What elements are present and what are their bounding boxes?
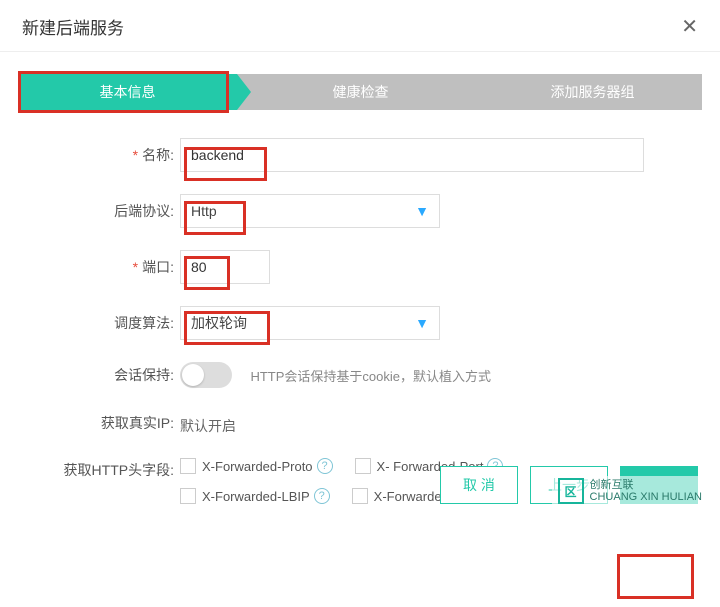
headers-label: 获取HTTP头字段:: [10, 458, 180, 480]
name-input[interactable]: [180, 138, 644, 172]
help-icon[interactable]: ?: [314, 488, 330, 504]
step-health-check[interactable]: 健康检查: [251, 74, 470, 110]
checkbox-box-icon: [180, 458, 196, 474]
highlight-box: [617, 554, 694, 599]
row-realip: 获取真实IP: 默认开启: [10, 410, 680, 436]
step-basic-info[interactable]: 基本信息: [18, 74, 237, 110]
protocol-select[interactable]: Http ▼: [180, 194, 440, 228]
checkbox-box-icon: [180, 488, 196, 504]
close-icon[interactable]: ✕: [681, 14, 698, 39]
row-session: 会话保持: HTTP会话保持基于cookie，默认植入方式: [10, 362, 680, 388]
algorithm-label: 调度算法:: [10, 313, 180, 333]
step-label: 健康检查: [333, 82, 389, 102]
checkbox-x-forwarded-lbip[interactable]: X-Forwarded-LBIP ?: [180, 488, 330, 504]
algorithm-select[interactable]: 加权轮询 ▼: [180, 306, 440, 340]
step-label: 基本信息: [100, 82, 156, 102]
cancel-button[interactable]: 取 消: [440, 466, 518, 504]
step-divider-icon: [469, 74, 483, 110]
name-label: 名称:: [10, 145, 180, 165]
checkbox-box-icon: [352, 488, 368, 504]
row-protocol: 后端协议: Http ▼: [10, 194, 680, 228]
modal: 新建后端服务 ✕ 基本信息 健康检查 添加服务器组 名称: 后端协议: Http…: [0, 0, 720, 518]
checkbox-box-icon: [355, 458, 371, 474]
row-name: 名称:: [10, 138, 680, 172]
watermark: 区 创新互联 CHUANG XIN HULIAN: [552, 476, 708, 506]
checkbox-label: X-Forwarded-Proto: [202, 459, 313, 474]
step-bar: 基本信息 健康检查 添加服务器组: [18, 74, 702, 110]
caret-down-icon: ▼: [415, 203, 429, 219]
session-hint: HTTP会话保持基于cookie，默认植入方式: [250, 369, 491, 384]
modal-title: 新建后端服务: [22, 14, 124, 39]
checkbox-label: X-Forwarded-LBIP: [202, 489, 310, 504]
protocol-label: 后端协议:: [10, 201, 180, 221]
protocol-value: Http: [191, 203, 217, 219]
algorithm-value: 加权轮询: [191, 313, 247, 333]
session-toggle[interactable]: [180, 362, 232, 388]
toggle-knob: [182, 364, 204, 386]
help-icon[interactable]: ?: [317, 458, 333, 474]
caret-down-icon: ▼: [415, 315, 429, 331]
step-label: 添加服务器组: [551, 82, 635, 102]
watermark-brand: 创新互联: [590, 479, 702, 491]
watermark-text: 创新互联 CHUANG XIN HULIAN: [590, 479, 702, 503]
watermark-logo-icon: 区: [558, 478, 584, 504]
realip-label: 获取真实IP:: [10, 413, 180, 433]
checkbox-x-forwarded-proto[interactable]: X-Forwarded-Proto ?: [180, 458, 333, 474]
row-algorithm: 调度算法: 加权轮询 ▼: [10, 306, 680, 340]
realip-value: 默认开启: [180, 410, 680, 436]
watermark-sub: CHUANG XIN HULIAN: [590, 491, 702, 503]
session-label: 会话保持:: [10, 365, 180, 385]
port-input[interactable]: [180, 250, 270, 284]
row-port: 端口:: [10, 250, 680, 284]
port-label: 端口:: [10, 257, 180, 277]
form: 名称: 后端协议: Http ▼ 端口: 调度算法:: [0, 114, 720, 518]
modal-header: 新建后端服务 ✕: [0, 0, 720, 52]
step-divider-icon: [237, 74, 251, 110]
step-add-server-group[interactable]: 添加服务器组: [483, 74, 702, 110]
